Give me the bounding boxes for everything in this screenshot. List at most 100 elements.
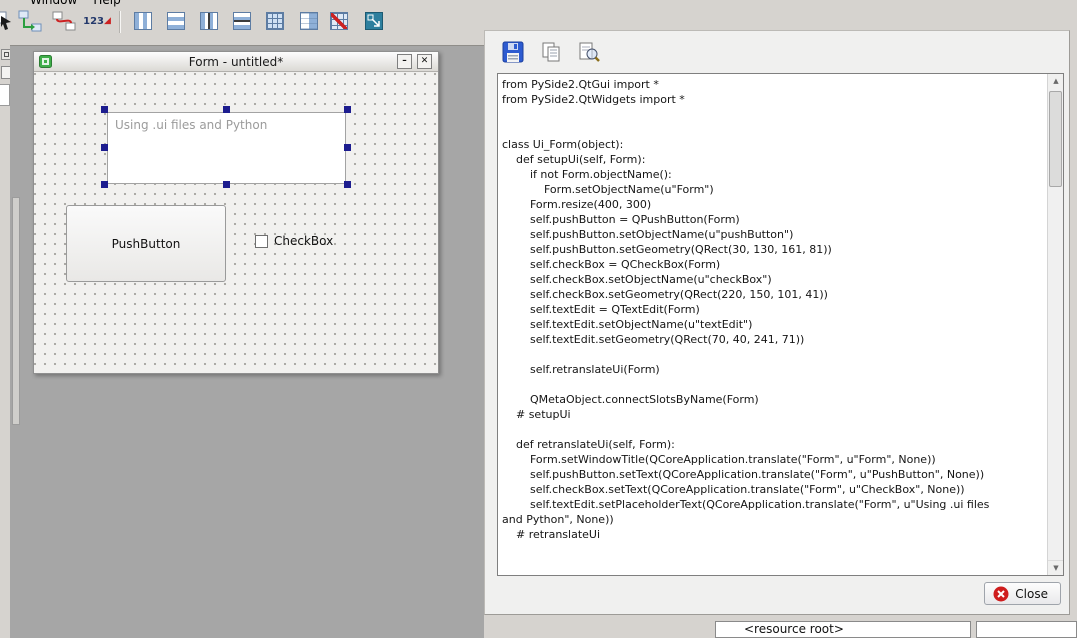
code-line: class Ui_Form(object): [502, 137, 1047, 152]
code-line: self.pushButton.setObjectName(u"pushButt… [502, 227, 1047, 242]
copy-pages-icon [540, 41, 562, 63]
code-line: Form.setObjectName(u"Form") [502, 182, 1047, 197]
resource-browser-panel[interactable]: <resource root> [715, 621, 971, 638]
dock-scrollbar-fragment[interactable] [12, 197, 20, 425]
adjust-size-icon[interactable] [361, 8, 387, 34]
code-line: and Python", None)) [502, 512, 1047, 527]
code-line: from PySide2.QtWidgets import * [502, 92, 1047, 107]
checkbox-widget[interactable]: CheckBox [255, 234, 333, 248]
selection-handle-mid-right[interactable] [344, 144, 351, 151]
edit-signals-slots-icon[interactable] [17, 8, 43, 34]
toolbar-separator [119, 11, 121, 33]
code-line: # retranslateUi [502, 527, 1047, 542]
code-dialog-toolbar [499, 38, 603, 66]
code-line: self.checkBox.setText(QCoreApplication.t… [502, 482, 1047, 497]
edit-buddies-icon[interactable] [51, 8, 77, 34]
code-line: QMetaObject.connectSlotsByName(Form) [502, 392, 1047, 407]
edit-tab-order-icon[interactable]: 123◢ [84, 8, 110, 34]
splitter-vertical-icon [233, 12, 251, 30]
scroll-down-icon[interactable]: ▼ [1048, 560, 1064, 575]
code-line: Form.setWindowTitle(QCoreApplication.tra… [502, 452, 1047, 467]
selection-handle-top-left[interactable] [101, 106, 108, 113]
code-line: from PySide2.QtGui import * [502, 77, 1047, 92]
form-window-titlebar[interactable]: Form - untitled* – ✕ [34, 52, 438, 72]
selection-handle-mid-left[interactable] [101, 144, 108, 151]
resource-side-panel[interactable] [976, 621, 1077, 638]
form-layout-icon [300, 12, 318, 30]
form-canvas[interactable]: Using .ui files and Python PushButton Ch… [34, 73, 438, 373]
selection-handle-bottom-right[interactable] [344, 181, 351, 188]
break-layout-icon[interactable] [326, 8, 352, 34]
signal-slot-icon [18, 9, 42, 33]
mdi-workspace: Form - untitled* – ✕ Using .ui files and… [10, 45, 484, 638]
code-editor[interactable]: from PySide2.QtGui import * from PySide2… [497, 73, 1064, 576]
scroll-up-icon[interactable]: ▲ [1048, 74, 1064, 89]
view-code-dialog: from PySide2.QtGui import * from PySide2… [484, 30, 1070, 615]
code-line: # setupUi [502, 407, 1047, 422]
tab-order-numbers: 123 [83, 16, 104, 27]
grid-icon [266, 12, 284, 30]
buddy-link-icon [52, 9, 76, 33]
form-designer-window[interactable]: Form - untitled* – ✕ Using .ui files and… [33, 51, 439, 374]
layout-form-icon[interactable] [296, 8, 322, 34]
code-line: self.checkBox = QCheckBox(Form) [502, 257, 1047, 272]
code-line [502, 422, 1047, 437]
code-line: self.checkBox.setGeometry(QRect(220, 150… [502, 287, 1047, 302]
layout-horizontal-icon[interactable] [130, 8, 156, 34]
code-line: def setupUi(self, Form): [502, 152, 1047, 167]
qt-designer-window: Window Help 123◢ ✕ [0, 0, 1077, 638]
code-line: self.textEdit.setPlaceholderText(QCoreAp… [502, 497, 1047, 512]
code-line: self.textEdit = QTextEdit(Form) [502, 302, 1047, 317]
code-line [502, 122, 1047, 137]
pushbutton-widget[interactable]: PushButton [66, 205, 226, 282]
copy-button[interactable] [537, 38, 565, 66]
code-line [502, 377, 1047, 392]
main-toolbar: 123◢ [0, 6, 484, 44]
floppy-disk-icon [502, 41, 524, 63]
scrollbar-thumb[interactable] [1049, 91, 1062, 187]
break-grid-icon [330, 12, 348, 30]
float-icon [4, 52, 9, 57]
cursor-arrow-icon [0, 9, 16, 33]
code-line [502, 347, 1047, 362]
tab-order-mark-icon: ◢ [104, 16, 111, 26]
code-lines: from PySide2.QtGui import * from PySide2… [498, 74, 1047, 575]
code-line [502, 107, 1047, 122]
horizontal-bars-icon [134, 12, 152, 30]
textedit-widget[interactable]: Using .ui files and Python [107, 112, 346, 184]
close-button[interactable]: ✕ [417, 54, 432, 69]
minimize-button[interactable]: – [397, 54, 412, 69]
selection-handle-top-center[interactable] [223, 106, 230, 113]
splitter-horizontal-icon [200, 12, 218, 30]
code-line: self.pushButton.setGeometry(QRect(30, 13… [502, 242, 1047, 257]
resource-root-label: <resource root> [744, 622, 844, 636]
checkbox-label: CheckBox [274, 234, 333, 248]
vertical-scrollbar[interactable]: ▲ ▼ [1047, 74, 1063, 575]
layout-horizontal-splitter-icon[interactable] [196, 8, 222, 34]
resize-arrow-icon [365, 12, 383, 30]
code-line: self.checkBox.setObjectName(u"checkBox") [502, 272, 1047, 287]
close-circle-icon [993, 586, 1009, 602]
selection-handle-bottom-center[interactable] [223, 181, 230, 188]
layout-vertical-splitter-icon[interactable] [229, 8, 255, 34]
close-dialog-button[interactable]: Close [984, 582, 1061, 605]
vertical-bars-icon [167, 12, 185, 30]
close-button-label: Close [1015, 587, 1048, 601]
code-line: self.textEdit.setObjectName(u"textEdit") [502, 317, 1047, 332]
code-line: if not Form.objectName(): [502, 167, 1047, 182]
find-button[interactable] [575, 38, 603, 66]
code-line: self.retranslateUi(Form) [502, 362, 1047, 377]
layout-grid-icon[interactable] [262, 8, 288, 34]
edit-widgets-icon[interactable] [0, 8, 17, 34]
code-line: self.pushButton.setText(QCoreApplication… [502, 467, 1047, 482]
magnifier-page-icon [578, 41, 600, 63]
layout-vertical-icon[interactable] [163, 8, 189, 34]
selection-handle-top-right[interactable] [344, 106, 351, 113]
code-line: self.textEdit.setGeometry(QRect(70, 40, … [502, 332, 1047, 347]
selection-handle-bottom-left[interactable] [101, 181, 108, 188]
code-line: self.pushButton = QPushButton(Form) [502, 212, 1047, 227]
save-button[interactable] [499, 38, 527, 66]
code-line: Form.resize(400, 300) [502, 197, 1047, 212]
checkbox-box[interactable] [255, 235, 268, 248]
dock-panel-fragment [0, 84, 10, 106]
